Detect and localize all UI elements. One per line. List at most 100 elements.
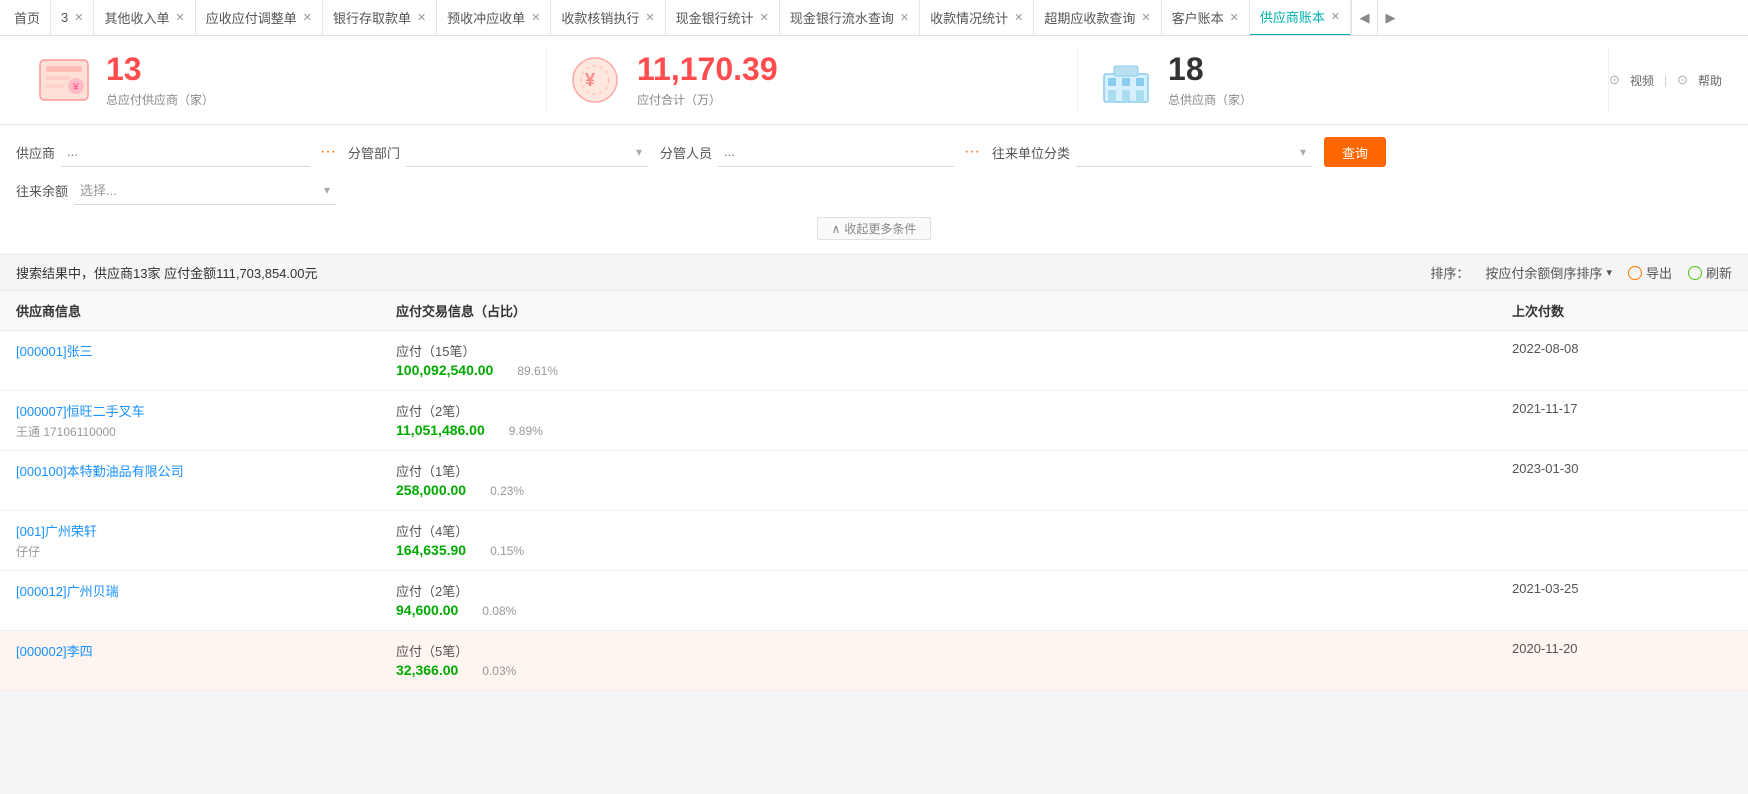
col-header-last-pay: 上次付数: [1512, 301, 1732, 320]
transaction-amount[interactable]: 100,092,540.00: [396, 362, 493, 378]
dept-select[interactable]: ▾: [406, 137, 648, 167]
supplier-input[interactable]: [61, 137, 310, 167]
export-button[interactable]: 导出: [1628, 263, 1672, 282]
close-icon[interactable]: ✕: [1014, 11, 1023, 24]
close-icon[interactable]: ✕: [531, 11, 540, 24]
supplier-info-cell: [000012]广州贝瑞: [16, 581, 396, 600]
total-payable-number: 11,170.39: [637, 52, 778, 87]
top-navigation: 首页 3 ✕ 其他收入单 ✕ 应收应付调整单 ✕ 银行存取款单 ✕ 预收冲应收单…: [0, 0, 1748, 36]
transaction-info-cell: 应付（4笔） 164,635.90 0.15%: [396, 521, 1512, 558]
close-icon[interactable]: ✕: [175, 11, 184, 24]
total-suppliers-icon: [1098, 52, 1154, 108]
total-suppliers-number: 18: [1168, 52, 1252, 87]
transaction-info-cell: 应付（2笔） 11,051,486.00 9.89%: [396, 401, 1512, 438]
last-pay-cell: 2021-11-17: [1512, 401, 1732, 416]
filter-item-person: 分管人员 ···: [660, 137, 980, 167]
supplier-name-link[interactable]: [000002]李四: [16, 644, 93, 659]
collapse-button[interactable]: ∧ 收起更多条件: [817, 217, 932, 240]
nav-tab-bank[interactable]: 银行存取款单 ✕: [323, 0, 437, 36]
summary-content-total-payable: 11,170.39 应付合计（万）: [637, 52, 778, 108]
supplier-info-cell: [000002]李四: [16, 641, 396, 660]
video-link[interactable]: 视频: [1630, 72, 1654, 89]
transaction-label: 应付（2笔）: [396, 401, 1512, 420]
last-pay-cell: 2023-01-30: [1512, 461, 1732, 476]
close-icon[interactable]: ✕: [1230, 11, 1239, 24]
supplier-name-link[interactable]: [000001]张三: [16, 344, 93, 359]
supplier-name-link[interactable]: [000007]恒旺二手叉车: [16, 404, 145, 419]
transaction-amount[interactable]: 11,051,486.00: [396, 422, 485, 438]
supplier-contact: 王通 17106110000: [16, 423, 396, 440]
supplier-name-link[interactable]: [000012]广州贝瑞: [16, 584, 119, 599]
close-icon[interactable]: ✕: [303, 11, 312, 24]
last-pay-cell: 2022-08-08: [1512, 341, 1732, 356]
nav-tab-3[interactable]: 3 ✕: [51, 0, 94, 36]
supplier-info-cell: [001]广州荣轩 仔仔: [16, 521, 396, 560]
nav-tab-supplier-ledger[interactable]: 供应商账本 ✕: [1250, 0, 1351, 36]
transaction-amount[interactable]: 32,366.00: [396, 662, 458, 678]
svg-text:¥: ¥: [72, 82, 79, 93]
supplier-name-link[interactable]: [000100]本特勤油品有限公司: [16, 464, 184, 479]
help-link[interactable]: 帮助: [1698, 72, 1722, 89]
transaction-percentage: 89.61%: [517, 364, 558, 378]
table-body: [000001]张三 应付（15笔） 100,092,540.00 89.61%…: [0, 331, 1748, 691]
person-dots-icon[interactable]: ···: [964, 143, 980, 161]
close-icon[interactable]: ✕: [900, 11, 909, 24]
nav-tab-cash-flow[interactable]: 现金银行流水查询 ✕: [780, 0, 920, 36]
nav-tab-collection[interactable]: 收款核销执行 ✕: [551, 0, 665, 36]
nav-tab-adjust[interactable]: 应收应付调整单 ✕: [196, 0, 323, 36]
close-icon[interactable]: ✕: [417, 11, 426, 24]
refresh-icon: [1688, 266, 1702, 280]
col-header-supplier: 供应商信息: [16, 301, 396, 320]
transaction-label: 应付（5笔）: [396, 641, 1512, 660]
summary-content-payable-suppliers: 13 总应付供应商（家）: [106, 52, 214, 108]
svg-text:¥: ¥: [585, 70, 595, 90]
result-info-text: 搜索结果中，供应商13家 应付金额111,703,854.00元: [16, 263, 318, 282]
nav-prev-arrow[interactable]: ◀: [1351, 0, 1377, 36]
nav-tab-cash-stats[interactable]: 现金银行统计 ✕: [666, 0, 780, 36]
person-label: 分管人员: [660, 143, 712, 162]
close-icon[interactable]: ✕: [645, 11, 654, 24]
refresh-button[interactable]: 刷新: [1688, 263, 1732, 282]
nav-tab-prepay[interactable]: 预收冲应收单 ✕: [437, 0, 551, 36]
supplier-name-link[interactable]: [001]广州荣轩: [16, 524, 97, 539]
summary-card-payable-suppliers: ¥ 13 总应付供应商（家）: [16, 48, 547, 112]
person-input[interactable]: [718, 137, 954, 167]
total-payable-label: 应付合计（万）: [637, 91, 778, 108]
table-row: [000001]张三 应付（15笔） 100,092,540.00 89.61%…: [0, 331, 1748, 391]
table-row: [000012]广州贝瑞 应付（2笔） 94,600.00 0.08% 2021…: [0, 571, 1748, 631]
transaction-amount[interactable]: 164,635.90: [396, 542, 466, 558]
supplier-dots-icon[interactable]: ···: [320, 143, 336, 161]
nav-tab-overdue[interactable]: 超期应收款查询 ✕: [1034, 0, 1161, 36]
nav-next-arrow[interactable]: ▶: [1377, 0, 1403, 36]
last-pay-date: 2021-11-17: [1512, 401, 1578, 416]
table-header: 供应商信息 应付交易信息（占比） 上次付数: [0, 291, 1748, 331]
transaction-percentage: 0.08%: [482, 604, 516, 618]
nav-tab-customer-ledger[interactable]: 客户账本 ✕: [1162, 0, 1250, 36]
nav-tab-collection-stats[interactable]: 收款情况统计 ✕: [920, 0, 1034, 36]
nav-tab-other-income[interactable]: 其他收入单 ✕: [94, 0, 195, 36]
transaction-amount[interactable]: 258,000.00: [396, 482, 466, 498]
sort-select[interactable]: 按应付余额倒序排序 ▾: [1485, 263, 1612, 282]
chevron-down-icon: ▾: [1606, 266, 1612, 279]
category-select[interactable]: ▾: [1076, 137, 1312, 167]
total-suppliers-label: 总供应商（家）: [1168, 91, 1252, 108]
filter-item-dept: 分管部门 ▾: [348, 137, 648, 167]
transaction-amount[interactable]: 94,600.00: [396, 602, 458, 618]
supplier-info-cell: [000007]恒旺二手叉车 王通 17106110000: [16, 401, 396, 440]
chevron-down-icon: ▾: [324, 183, 330, 197]
last-pay-date: 2023-01-30: [1512, 461, 1579, 476]
close-icon[interactable]: ✕: [74, 11, 83, 24]
table-row: [001]广州荣轩 仔仔 应付（4笔） 164,635.90 0.15%: [0, 511, 1748, 571]
close-icon[interactable]: ✕: [1331, 10, 1340, 23]
nav-tab-home[interactable]: 首页: [4, 0, 51, 36]
close-icon[interactable]: ✕: [1141, 11, 1150, 24]
category-label: 往来单位分类: [992, 143, 1070, 162]
transaction-label: 应付（2笔）: [396, 581, 1512, 600]
query-button[interactable]: 查询: [1324, 137, 1386, 167]
transaction-info-cell: 应付（5笔） 32,366.00 0.03%: [396, 641, 1512, 678]
transaction-info-cell: 应付（1笔） 258,000.00 0.23%: [396, 461, 1512, 498]
close-icon[interactable]: ✕: [760, 11, 769, 24]
balance-select[interactable]: 选择... ▾: [74, 175, 336, 205]
transaction-label: 应付（4笔）: [396, 521, 1512, 540]
table-row: [000100]本特勤油品有限公司 应付（1笔） 258,000.00 0.23…: [0, 451, 1748, 511]
